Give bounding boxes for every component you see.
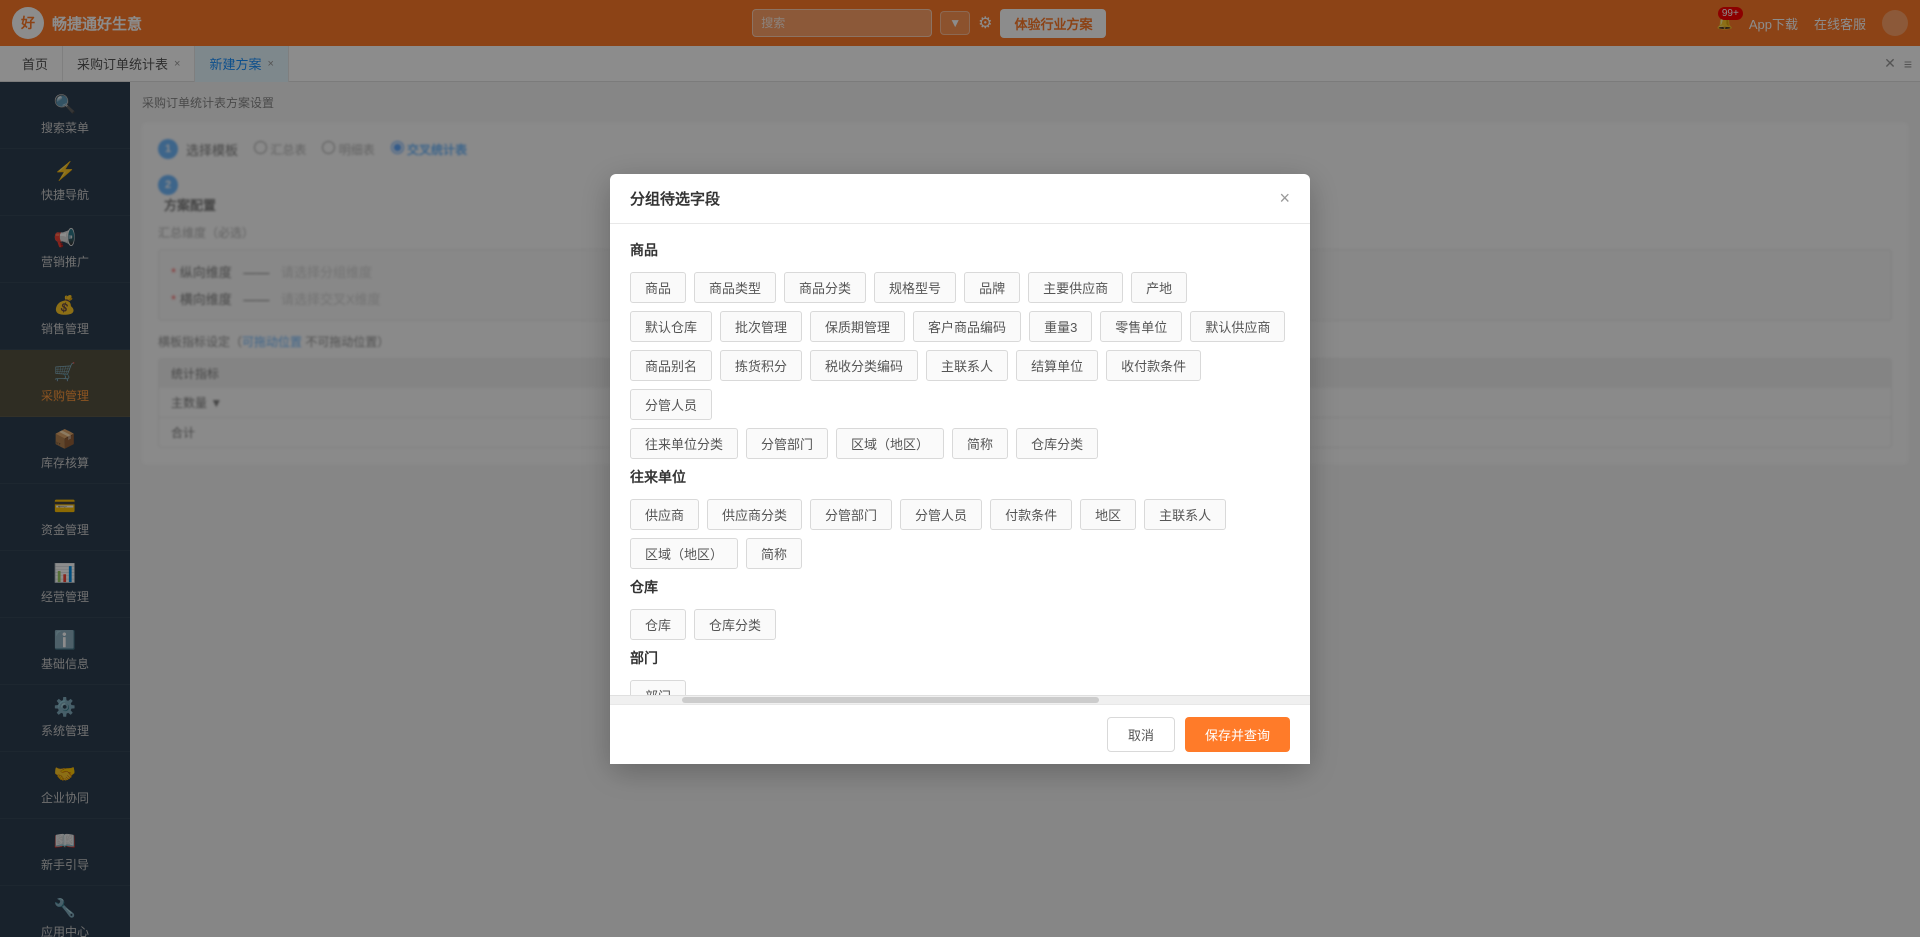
confirm-button[interactable]: 保存并查询 bbox=[1185, 717, 1290, 752]
field-tag-contact[interactable]: 主联系人 bbox=[1144, 499, 1226, 530]
cancel-button[interactable]: 取消 bbox=[1107, 717, 1175, 752]
field-tag-default-supplier[interactable]: 默认供应商 bbox=[1190, 311, 1285, 342]
field-tag-warehouse[interactable]: 仓库 bbox=[630, 609, 686, 640]
field-tag-manager[interactable]: 分管人员 bbox=[630, 389, 712, 420]
field-tag-quality[interactable]: 保质期管理 bbox=[810, 311, 905, 342]
field-grid-goods: 商品 商品类型 商品分类 规格型号 品牌 主要供应商 产地 bbox=[630, 272, 1290, 303]
modal-title: 分组待选字段 bbox=[630, 188, 720, 209]
field-tag-manage-dept[interactable]: 分管部门 bbox=[746, 428, 828, 459]
field-tag-supplier[interactable]: 供应商 bbox=[630, 499, 699, 530]
field-grid-counterpart: 供应商 供应商分类 分管部门 分管人员 付款条件 地区 主联系人 bbox=[630, 499, 1290, 530]
field-tag-person[interactable]: 分管人员 bbox=[900, 499, 982, 530]
field-tag-payment-terms[interactable]: 收付款条件 bbox=[1106, 350, 1201, 381]
modal-close-button[interactable]: × bbox=[1279, 189, 1290, 207]
field-tag-goods-type[interactable]: 商品类型 bbox=[694, 272, 776, 303]
field-tag-customer-code[interactable]: 客户商品编码 bbox=[913, 311, 1021, 342]
field-grid-goods-3: 商品别名 拣货积分 税收分类编码 主联系人 结算单位 收付款条件 分管人员 bbox=[630, 350, 1290, 420]
field-tag-retail-unit[interactable]: 零售单位 bbox=[1100, 311, 1182, 342]
field-tag-dept[interactable]: 分管部门 bbox=[810, 499, 892, 530]
section-title-dept: 部门 bbox=[630, 648, 1290, 668]
field-grid-goods-4: 往来单位分类 分管部门 区域（地区） 简称 仓库分类 bbox=[630, 428, 1290, 459]
section-title-counterpart: 往来单位 bbox=[630, 467, 1290, 487]
field-tag-weight3[interactable]: 重量3 bbox=[1029, 311, 1092, 342]
modal-body[interactable]: 商品 商品 商品类型 商品分类 规格型号 品牌 主要供应商 产地 默认仓库 批次… bbox=[610, 224, 1310, 696]
field-grid-dept: 部门 bbox=[630, 680, 1290, 696]
field-select-modal: 分组待选字段 × 商品 商品 商品类型 商品分类 规格型号 品牌 主要供应商 产… bbox=[610, 174, 1310, 764]
field-tag-brand[interactable]: 品牌 bbox=[964, 272, 1020, 303]
field-grid-warehouse: 仓库 仓库分类 bbox=[630, 609, 1290, 640]
h-scroll-thumb bbox=[682, 697, 1100, 703]
field-grid-counterpart-2: 区域（地区） 简称 bbox=[630, 538, 1290, 569]
field-tag-area[interactable]: 地区 bbox=[1080, 499, 1136, 530]
field-tag-short-name-goods[interactable]: 简称 bbox=[952, 428, 1008, 459]
field-tag-settle-unit[interactable]: 结算单位 bbox=[1016, 350, 1098, 381]
modal-header: 分组待选字段 × bbox=[610, 174, 1310, 224]
field-tag-warehouse-category-goods[interactable]: 仓库分类 bbox=[1016, 428, 1098, 459]
field-tag-main-supplier[interactable]: 主要供应商 bbox=[1028, 272, 1123, 303]
field-tag-batch[interactable]: 批次管理 bbox=[720, 311, 802, 342]
field-tag-main-contact[interactable]: 主联系人 bbox=[926, 350, 1008, 381]
field-tag-supplier-category[interactable]: 供应商分类 bbox=[707, 499, 802, 530]
field-tag-pick-score[interactable]: 拣货积分 bbox=[720, 350, 802, 381]
field-tag-region-counterpart[interactable]: 区域（地区） bbox=[630, 538, 738, 569]
field-tag-payment-cond[interactable]: 付款条件 bbox=[990, 499, 1072, 530]
modal-actions: 取消 保存并查询 bbox=[610, 704, 1310, 764]
modal-horizontal-scrollbar[interactable] bbox=[610, 695, 1310, 703]
field-tag-goods[interactable]: 商品 bbox=[630, 272, 686, 303]
field-tag-short-name-counterpart[interactable]: 简称 bbox=[746, 538, 802, 569]
field-grid-goods-2: 默认仓库 批次管理 保质期管理 客户商品编码 重量3 零售单位 默认供应商 bbox=[630, 311, 1290, 342]
field-tag-goods-alias[interactable]: 商品别名 bbox=[630, 350, 712, 381]
field-tag-dept-item[interactable]: 部门 bbox=[630, 680, 686, 696]
field-tag-origin[interactable]: 产地 bbox=[1131, 272, 1187, 303]
field-tag-tax-code[interactable]: 税收分类编码 bbox=[810, 350, 918, 381]
field-tag-spec-model[interactable]: 规格型号 bbox=[874, 272, 956, 303]
section-title-goods: 商品 bbox=[630, 240, 1290, 260]
field-tag-goods-category[interactable]: 商品分类 bbox=[784, 272, 866, 303]
field-tag-counterpart-category[interactable]: 往来单位分类 bbox=[630, 428, 738, 459]
field-tag-default-warehouse[interactable]: 默认仓库 bbox=[630, 311, 712, 342]
section-title-warehouse: 仓库 bbox=[630, 577, 1290, 597]
field-tag-region-goods[interactable]: 区域（地区） bbox=[836, 428, 944, 459]
field-tag-warehouse-category[interactable]: 仓库分类 bbox=[694, 609, 776, 640]
